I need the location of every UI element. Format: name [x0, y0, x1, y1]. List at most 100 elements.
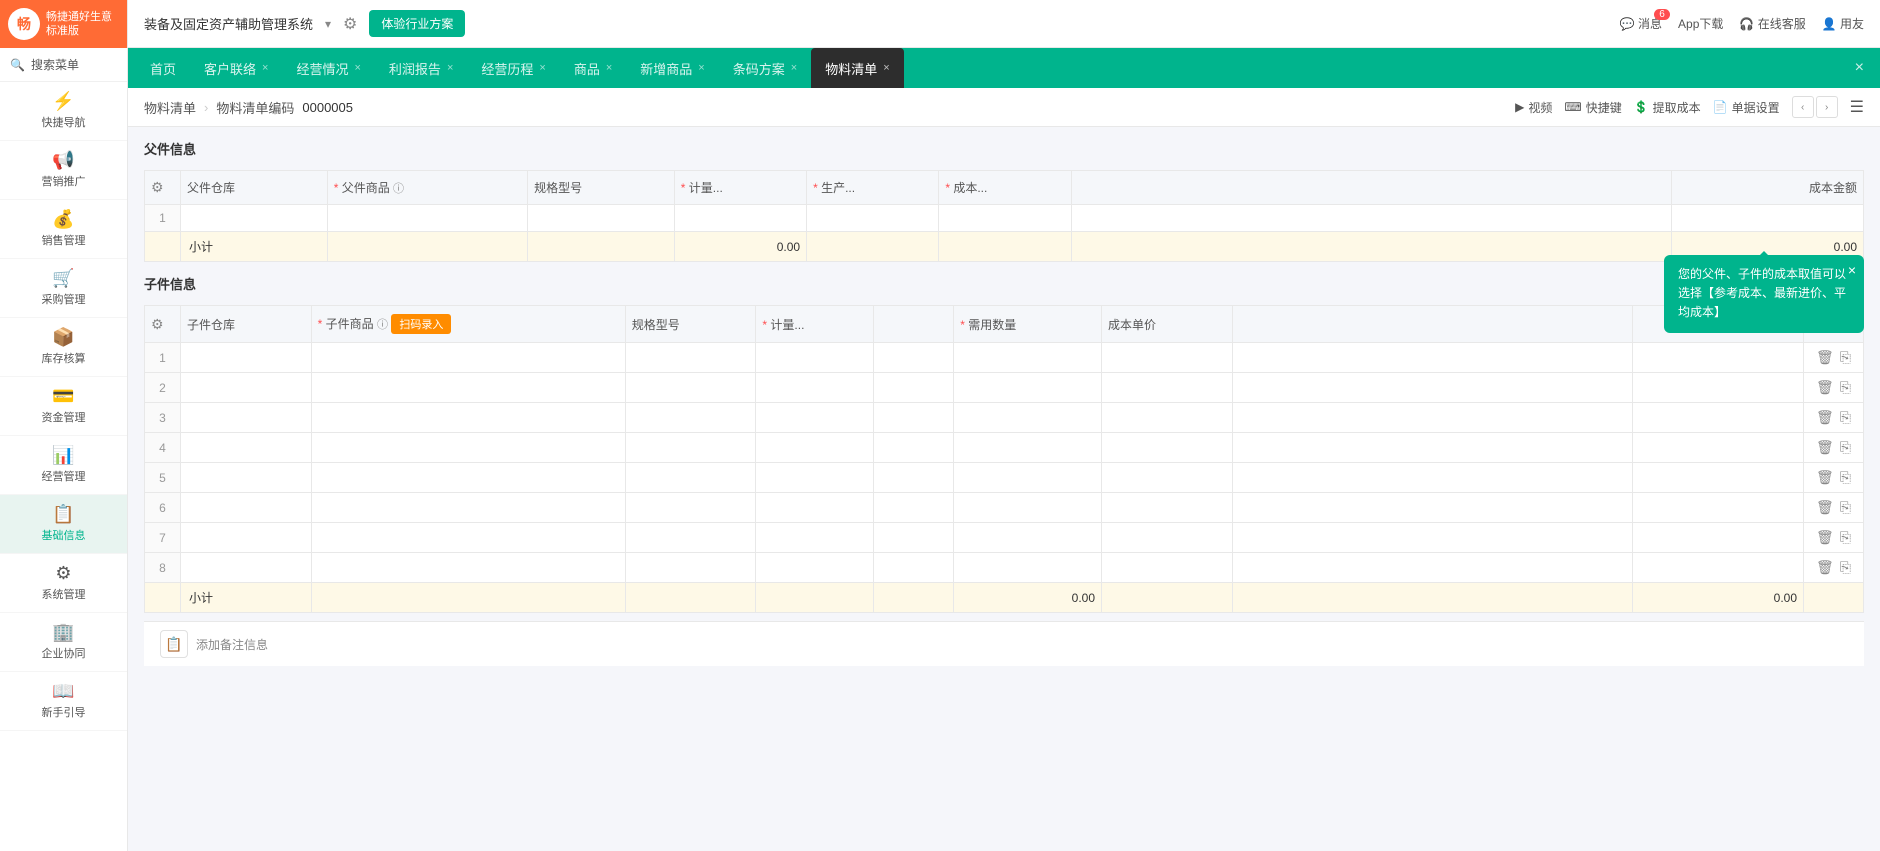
settings-icon[interactable]: ⚙	[343, 14, 357, 34]
delete-row-8-button[interactable]: 🗑	[1816, 559, 1834, 576]
parent-goods-cell[interactable]	[327, 205, 527, 232]
child-goods-cell-1[interactable]	[311, 343, 625, 373]
copy-row-3-button[interactable]: ⎘	[1840, 409, 1851, 426]
tab-close-goods[interactable]: ×	[606, 62, 612, 74]
child-spec-cell-1[interactable]	[625, 343, 756, 373]
child-unit-price-cell-6[interactable]	[1102, 493, 1233, 523]
sidebar-item-operations[interactable]: 📊 经营管理	[0, 436, 127, 495]
extract-cost-button[interactable]: 💲 提取成本	[1634, 99, 1701, 116]
tab-home[interactable]: 首页	[136, 48, 190, 88]
tab-bom[interactable]: 物料清单×	[811, 48, 903, 88]
child-goods-cell-2[interactable]	[311, 373, 625, 403]
child-warehouse-cell-6[interactable]	[181, 493, 312, 523]
child-warehouse-cell-5[interactable]	[181, 463, 312, 493]
delete-row-4-button[interactable]: 🗑	[1816, 439, 1834, 456]
search-menu[interactable]: 🔍 搜索菜单	[0, 48, 127, 82]
child-spec-cell-6[interactable]	[625, 493, 756, 523]
child-warehouse-cell-8[interactable]	[181, 553, 312, 583]
delete-row-5-button[interactable]: 🗑	[1816, 469, 1834, 486]
child-warehouse-cell-2[interactable]	[181, 373, 312, 403]
list-view-icon[interactable]: ☰	[1850, 97, 1864, 117]
sidebar-item-inventory[interactable]: 📦 库存核算	[0, 318, 127, 377]
sidebar-item-marketing[interactable]: 📢 营销推广	[0, 141, 127, 200]
child-spec-cell-5[interactable]	[625, 463, 756, 493]
child-unit-cell-2[interactable]	[756, 373, 874, 403]
tab-customers[interactable]: 客户联络×	[190, 48, 282, 88]
doc-settings-button[interactable]: 📄 单据设置	[1713, 99, 1780, 116]
sidebar-item-quick-nav[interactable]: ⚡ 快捷导航	[0, 82, 127, 141]
child-unit-price-cell-3[interactable]	[1102, 403, 1233, 433]
copy-row-4-button[interactable]: ⎘	[1840, 439, 1851, 456]
child-unit-price-cell-1[interactable]	[1102, 343, 1233, 373]
delete-row-1-button[interactable]: 🗑	[1816, 349, 1834, 366]
tab-close-new-goods[interactable]: ×	[698, 62, 704, 74]
tab-new-goods[interactable]: 新增商品×	[626, 48, 718, 88]
view-video-button[interactable]: ▶ 视频	[1515, 99, 1552, 116]
user-menu[interactable]: 👤 用友	[1822, 15, 1864, 32]
child-settings-icon[interactable]: ⚙	[151, 316, 164, 332]
copy-row-6-button[interactable]: ⎘	[1840, 499, 1851, 516]
delete-row-7-button[interactable]: 🗑	[1816, 529, 1834, 546]
parent-produce-cell[interactable]	[807, 205, 939, 232]
tab-goods[interactable]: 商品×	[560, 48, 626, 88]
child-goods-cell-5[interactable]	[311, 463, 625, 493]
child-unit-cell-4[interactable]	[756, 433, 874, 463]
child-unit-cell-1[interactable]	[756, 343, 874, 373]
delete-row-2-button[interactable]: 🗑	[1816, 379, 1834, 396]
child-qty-cell-6[interactable]	[954, 493, 1102, 523]
tooltip-close-button[interactable]: ×	[1848, 259, 1856, 281]
parent-warehouse-cell[interactable]	[181, 205, 328, 232]
sidebar-item-purchase[interactable]: 🛒 采购管理	[0, 259, 127, 318]
copy-row-7-button[interactable]: ⎘	[1840, 529, 1851, 546]
tab-bar-close-button[interactable]: ×	[1847, 59, 1872, 77]
sidebar-item-enterprise[interactable]: 🏢 企业协同	[0, 613, 127, 672]
tab-close-barcode[interactable]: ×	[791, 62, 797, 74]
child-goods-cell-6[interactable]	[311, 493, 625, 523]
trial-button[interactable]: 体验行业方案	[369, 10, 465, 37]
child-unit-price-cell-2[interactable]	[1102, 373, 1233, 403]
child-warehouse-cell-7[interactable]	[181, 523, 312, 553]
child-spec-cell-2[interactable]	[625, 373, 756, 403]
copy-row-1-button[interactable]: ⎘	[1840, 349, 1851, 366]
nav-prev-button[interactable]: ‹	[1792, 96, 1814, 118]
copy-row-2-button[interactable]: ⎘	[1840, 379, 1851, 396]
child-unit-cell-8[interactable]	[756, 553, 874, 583]
child-goods-cell-3[interactable]	[311, 403, 625, 433]
child-unit-cell-6[interactable]	[756, 493, 874, 523]
sidebar-item-sales[interactable]: 💰 销售管理	[0, 200, 127, 259]
child-unit-price-cell-4[interactable]	[1102, 433, 1233, 463]
child-unit-cell-3[interactable]	[756, 403, 874, 433]
child-qty-cell-8[interactable]	[954, 553, 1102, 583]
add-note-button[interactable]: 📋	[160, 630, 188, 658]
tab-close-profit[interactable]: ×	[447, 62, 453, 74]
sidebar-item-finance[interactable]: 💳 资金管理	[0, 377, 127, 436]
child-unit-cell-7[interactable]	[756, 523, 874, 553]
tab-operations[interactable]: 经营情况×	[282, 48, 374, 88]
child-warehouse-cell-1[interactable]	[181, 343, 312, 373]
breadcrumb-item1[interactable]: 物料清单	[144, 98, 196, 117]
tab-biz-history[interactable]: 经营历程×	[467, 48, 559, 88]
tab-close-operations[interactable]: ×	[354, 62, 360, 74]
sidebar-item-basic-info[interactable]: 📋 基础信息	[0, 495, 127, 554]
app-download-button[interactable]: App下载	[1678, 15, 1723, 32]
child-qty-cell-2[interactable]	[954, 373, 1102, 403]
sidebar-item-system[interactable]: ⚙ 系统管理	[0, 554, 127, 613]
delete-row-3-button[interactable]: 🗑	[1816, 409, 1834, 426]
child-spec-cell-8[interactable]	[625, 553, 756, 583]
child-unit-price-cell-5[interactable]	[1102, 463, 1233, 493]
child-spec-cell-7[interactable]	[625, 523, 756, 553]
nav-next-button[interactable]: ›	[1816, 96, 1838, 118]
child-unit-price-cell-7[interactable]	[1102, 523, 1233, 553]
scan-input-button[interactable]: 扫码录入	[391, 314, 451, 334]
child-qty-cell-3[interactable]	[954, 403, 1102, 433]
parent-spec-cell[interactable]	[528, 205, 675, 232]
child-qty-cell-1[interactable]	[954, 343, 1102, 373]
child-qty-cell-7[interactable]	[954, 523, 1102, 553]
online-service-button[interactable]: 🎧 在线客服	[1739, 15, 1805, 32]
parent-cost-cell[interactable]	[939, 205, 1071, 232]
child-qty-cell-4[interactable]	[954, 433, 1102, 463]
parent-settings-icon[interactable]: ⚙	[151, 179, 164, 195]
child-warehouse-cell-4[interactable]	[181, 433, 312, 463]
tab-close-customers[interactable]: ×	[262, 62, 268, 74]
messages-button[interactable]: 💬 6 消息	[1620, 15, 1662, 32]
